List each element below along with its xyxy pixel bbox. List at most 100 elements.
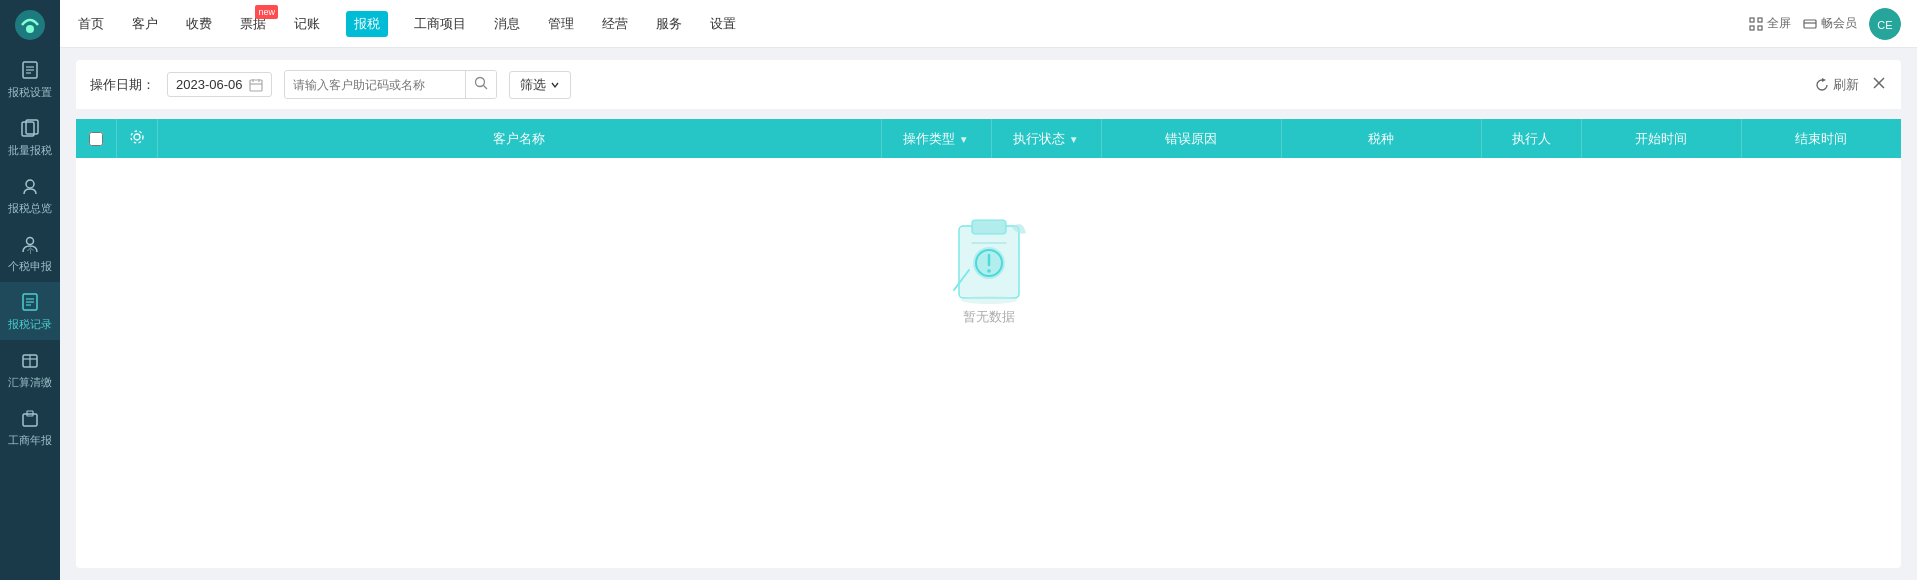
settings-icon: [129, 129, 145, 145]
close-icon: [1871, 75, 1887, 91]
svg-rect-39: [972, 220, 1006, 234]
th-start-time: 开始时间: [1581, 119, 1741, 158]
sidebar-item-settlement-label: 汇算清缴: [8, 375, 52, 390]
op-type-sort-icon: ▼: [959, 134, 969, 145]
nav-finance[interactable]: 经营: [600, 11, 630, 37]
fullscreen-label: 全屏: [1767, 15, 1791, 32]
sidebar-item-personal-tax[interactable]: 个 个税申报: [0, 224, 60, 282]
sidebar-logo: [0, 0, 60, 50]
refresh-button[interactable]: 刷新: [1815, 76, 1859, 94]
svg-point-9: [27, 238, 34, 245]
th-checkbox: [76, 119, 116, 158]
th-tax-type: 税种: [1281, 119, 1481, 158]
nav-business[interactable]: 工商项目: [412, 11, 468, 37]
table-body: 暂无数据: [76, 158, 1901, 386]
search-icon: [474, 76, 488, 90]
annual-report-icon: [18, 406, 42, 430]
member-button[interactable]: 畅会员: [1803, 15, 1857, 32]
sidebar-item-tax-summary[interactable]: 报税总览: [0, 166, 60, 224]
data-table: 客户名称 操作类型 ▼ 执行状态 ▼ 错误原因 税种 执行人 开始时间: [76, 119, 1901, 386]
refresh-label: 刷新: [1833, 76, 1859, 94]
svg-rect-23: [1758, 26, 1762, 30]
table-container: 客户名称 操作类型 ▼ 执行状态 ▼ 错误原因 税种 执行人 开始时间: [76, 119, 1901, 568]
calendar-icon: [249, 78, 263, 92]
fullscreen-button[interactable]: 全屏: [1749, 15, 1791, 32]
main-content: 首页 客户 收费 票据 new 记账 报税 工商项目 消息 管理 经营 服务 设…: [60, 0, 1917, 580]
sidebar-item-batch-tax-label: 批量报税: [8, 143, 52, 158]
member-label: 畅会员: [1821, 15, 1857, 32]
toolbar-right: 刷新: [1815, 75, 1887, 94]
empty-state-row: 暂无数据: [76, 158, 1901, 386]
search-input[interactable]: [285, 74, 465, 96]
th-error-reason: 错误原因: [1101, 119, 1281, 158]
search-box: [284, 70, 497, 99]
filter-button[interactable]: 筛选: [509, 71, 571, 99]
tax-summary-icon: [18, 174, 42, 198]
toolbar: 操作日期： 2023-06-06: [76, 60, 1901, 109]
sidebar-item-personal-tax-label: 个税申报: [8, 259, 52, 274]
svg-text:个: 个: [27, 247, 34, 254]
sidebar: 报税设置 批量报税 报税总览 个 个税申报: [0, 0, 60, 580]
nav-home[interactable]: 首页: [76, 11, 106, 37]
svg-point-1: [26, 25, 34, 33]
th-settings[interactable]: [116, 119, 157, 158]
th-client-name: 客户名称: [157, 119, 881, 158]
top-navigation: 首页 客户 收费 票据 new 记账 报税 工商项目 消息 管理 经营 服务 设…: [60, 0, 1917, 48]
nav-settings[interactable]: 设置: [708, 11, 738, 37]
sidebar-item-tax-summary-label: 报税总览: [8, 201, 52, 216]
nav-invoice[interactable]: 票据 new: [238, 11, 268, 37]
page-content: 操作日期： 2023-06-06: [60, 48, 1917, 580]
svg-rect-28: [250, 80, 262, 91]
search-button[interactable]: [465, 71, 496, 98]
empty-state: 暂无数据: [76, 158, 1901, 386]
table-header: 客户名称 操作类型 ▼ 执行状态 ▼ 错误原因 税种 执行人 开始时间: [76, 119, 1901, 158]
svg-rect-24: [1804, 20, 1816, 28]
sidebar-item-tax-settings-label: 报税设置: [8, 85, 52, 100]
avatar[interactable]: CE: [1869, 8, 1901, 40]
svg-line-33: [483, 86, 487, 90]
sidebar-item-annual-report[interactable]: 工商年报: [0, 398, 60, 456]
close-button[interactable]: [1871, 75, 1887, 94]
personal-tax-icon: 个: [18, 232, 42, 256]
nav-services[interactable]: 服务: [654, 11, 684, 37]
tax-settings-icon: [18, 58, 42, 82]
svg-point-32: [475, 78, 484, 87]
settlement-icon: [18, 348, 42, 372]
tax-records-icon: [18, 290, 42, 314]
select-all-checkbox[interactable]: [89, 132, 103, 146]
nav-billing[interactable]: 收费: [184, 11, 214, 37]
date-value: 2023-06-06: [176, 77, 243, 92]
th-status[interactable]: 执行状态 ▼: [991, 119, 1101, 158]
svg-point-43: [987, 269, 991, 273]
empty-illustration: [934, 198, 1044, 308]
sidebar-item-settlement[interactable]: 汇算清缴: [0, 340, 60, 398]
th-end-time: 结束时间: [1741, 119, 1901, 158]
status-sort-icon: ▼: [1069, 134, 1079, 145]
svg-rect-20: [1750, 18, 1754, 22]
nav-tax[interactable]: 报税: [346, 11, 388, 37]
svg-text:CE: CE: [1877, 19, 1892, 31]
nav-messages[interactable]: 消息: [492, 11, 522, 37]
chevron-down-icon: [550, 80, 560, 90]
sidebar-item-batch-tax[interactable]: 批量报税: [0, 108, 60, 166]
sidebar-item-tax-records[interactable]: 报税记录: [0, 282, 60, 340]
svg-rect-21: [1758, 18, 1762, 22]
date-picker[interactable]: 2023-06-06: [167, 72, 272, 97]
svg-point-36: [134, 134, 140, 140]
sidebar-item-tax-settings[interactable]: 报税设置: [0, 50, 60, 108]
topnav-right-area: 全屏 畅会员 CE: [1749, 8, 1901, 40]
th-executor: 执行人: [1481, 119, 1581, 158]
batch-tax-icon: [18, 116, 42, 140]
refresh-icon: [1815, 78, 1829, 92]
date-label: 操作日期：: [90, 76, 155, 94]
empty-text: 暂无数据: [963, 308, 1015, 326]
sidebar-item-annual-report-label: 工商年报: [8, 433, 52, 448]
svg-rect-22: [1750, 26, 1754, 30]
filter-label: 筛选: [520, 76, 546, 94]
nav-accounting[interactable]: 记账: [292, 11, 322, 37]
svg-point-37: [131, 131, 143, 143]
nav-management[interactable]: 管理: [546, 11, 576, 37]
nav-client[interactable]: 客户: [130, 11, 160, 37]
svg-point-46: [961, 296, 1017, 304]
th-op-type[interactable]: 操作类型 ▼: [881, 119, 991, 158]
